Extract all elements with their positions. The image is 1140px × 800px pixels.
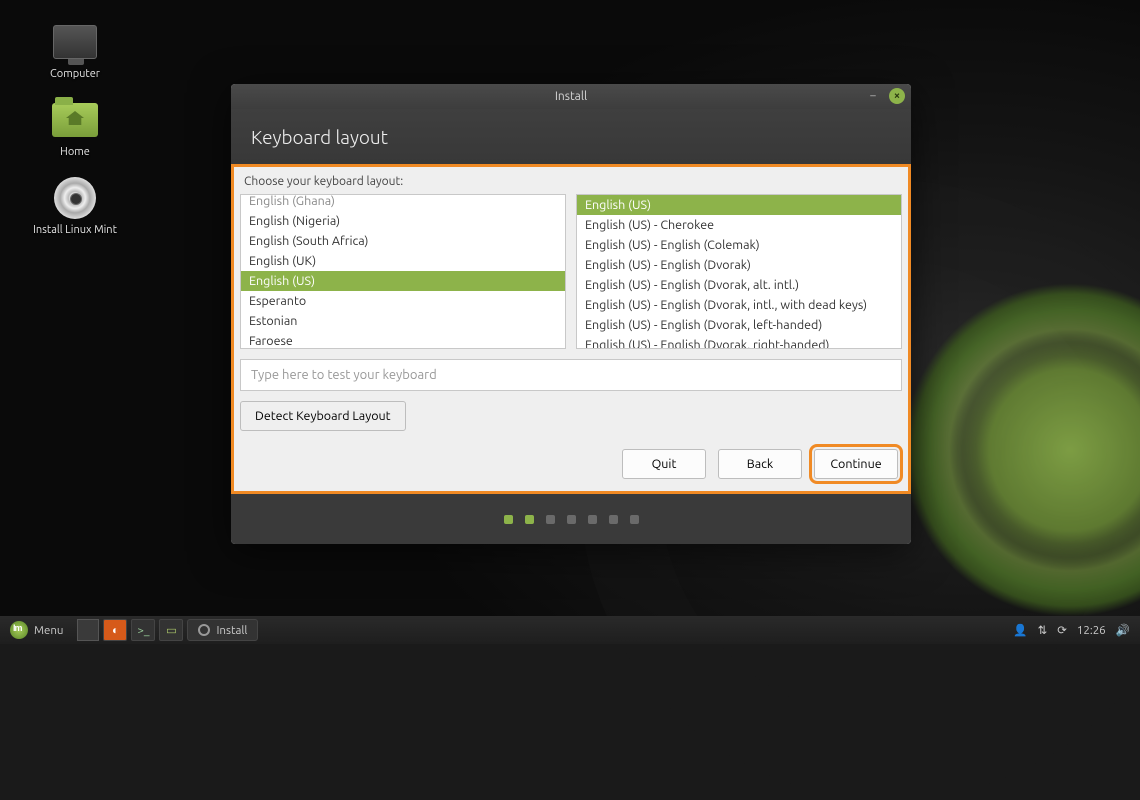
pager-dot[interactable] [546, 515, 555, 524]
continue-button[interactable]: Continue [814, 449, 898, 479]
list-item[interactable]: English (US) - Cherokee [577, 215, 901, 235]
clock[interactable]: 12:26 [1077, 624, 1106, 637]
taskbar-app-firefox[interactable]: ◐ [103, 619, 127, 641]
pager-dot[interactable] [567, 515, 576, 524]
pager-dot[interactable] [588, 515, 597, 524]
minimize-icon[interactable]: – [865, 88, 881, 104]
list-item[interactable]: Faroese [241, 331, 565, 349]
list-item[interactable]: English (US) [241, 271, 565, 291]
list-item[interactable]: English (US) - English (Dvorak, alt. int… [577, 275, 901, 295]
desktop-icon-label: Home [60, 146, 90, 158]
user-icon[interactable]: 👤 [1013, 623, 1027, 637]
installer-window: Install – × Keyboard layout Choose your … [231, 84, 911, 544]
desktop-icon-label: Computer [50, 68, 100, 80]
pager-dot[interactable] [504, 515, 513, 524]
window-title: Install [555, 90, 587, 103]
list-item[interactable]: English (US) [577, 195, 901, 215]
pager-dot[interactable] [525, 515, 534, 524]
desktop-icon-home[interactable]: Home [30, 98, 120, 158]
list-item[interactable]: English (Ghana) [241, 194, 565, 211]
system-tray: 👤 ⇅ ⟳ 12:26 🔊 [1003, 623, 1140, 637]
heading-text: Keyboard layout [251, 126, 388, 148]
taskbar: Menu ◐ >_ ▭ Install 👤 ⇅ ⟳ 12:26 🔊 [0, 616, 1140, 644]
task-label: Install [216, 624, 247, 637]
close-icon[interactable]: × [889, 88, 905, 104]
desktop-icon-install-mint[interactable]: Install Linux Mint [30, 176, 120, 236]
page-heading: Keyboard layout [231, 109, 911, 164]
content-area: Choose your keyboard layout: English (Gh… [231, 164, 911, 439]
list-item[interactable]: Estonian [241, 311, 565, 331]
keyboard-variant-list[interactable]: English (US)English (US) - CherokeeEngli… [576, 194, 902, 349]
network-icon[interactable]: ⇅ [1038, 623, 1048, 637]
list-item[interactable]: English (US) - English (Dvorak, intl., w… [577, 295, 901, 315]
disc-icon [49, 176, 101, 220]
list-item[interactable]: English (US) - English (Dvorak) [577, 255, 901, 275]
volume-icon[interactable]: 🔊 [1116, 623, 1130, 637]
desktop-icon-label: Install Linux Mint [33, 224, 117, 236]
desktop-icon-computer[interactable]: Computer [30, 20, 120, 80]
back-button[interactable]: Back [718, 449, 802, 479]
pager-dot[interactable] [609, 515, 618, 524]
updates-icon[interactable]: ⟳ [1057, 623, 1067, 637]
monitor-icon [49, 20, 101, 64]
taskbar-task-install[interactable]: Install [187, 619, 258, 641]
list-item[interactable]: Esperanto [241, 291, 565, 311]
list-item[interactable]: English (Nigeria) [241, 211, 565, 231]
titlebar[interactable]: Install – × [231, 84, 911, 109]
pager-dot[interactable] [630, 515, 639, 524]
menu-label: Menu [34, 624, 63, 637]
detect-layout-button[interactable]: Detect Keyboard Layout [240, 401, 406, 431]
list-item[interactable]: English (South Africa) [241, 231, 565, 251]
hint-label: Choose your keyboard layout: [240, 171, 902, 194]
desktop-icons: Computer Home Install Linux Mint [30, 20, 120, 236]
folder-home-icon [49, 98, 101, 142]
pager-dots [231, 494, 911, 544]
show-desktop-button[interactable] [77, 619, 99, 641]
keyboard-language-list[interactable]: English (Ghana)English (Nigeria)English … [240, 194, 566, 349]
quit-button[interactable]: Quit [622, 449, 706, 479]
list-item[interactable]: English (UK) [241, 251, 565, 271]
taskbar-app-files[interactable]: ▭ [159, 619, 183, 641]
button-bar: Quit Back Continue [231, 439, 911, 494]
list-item[interactable]: English (US) - English (Colemak) [577, 235, 901, 255]
list-item[interactable]: English (US) - English (Dvorak, right-ha… [577, 335, 901, 349]
list-item[interactable]: English (US) - English (Dvorak, left-han… [577, 315, 901, 335]
menu-button[interactable]: Menu [0, 616, 73, 644]
taskbar-app-terminal[interactable]: >_ [131, 619, 155, 641]
keyboard-test-input[interactable] [240, 359, 902, 391]
mint-logo-icon [10, 621, 28, 639]
install-task-icon [198, 624, 210, 636]
